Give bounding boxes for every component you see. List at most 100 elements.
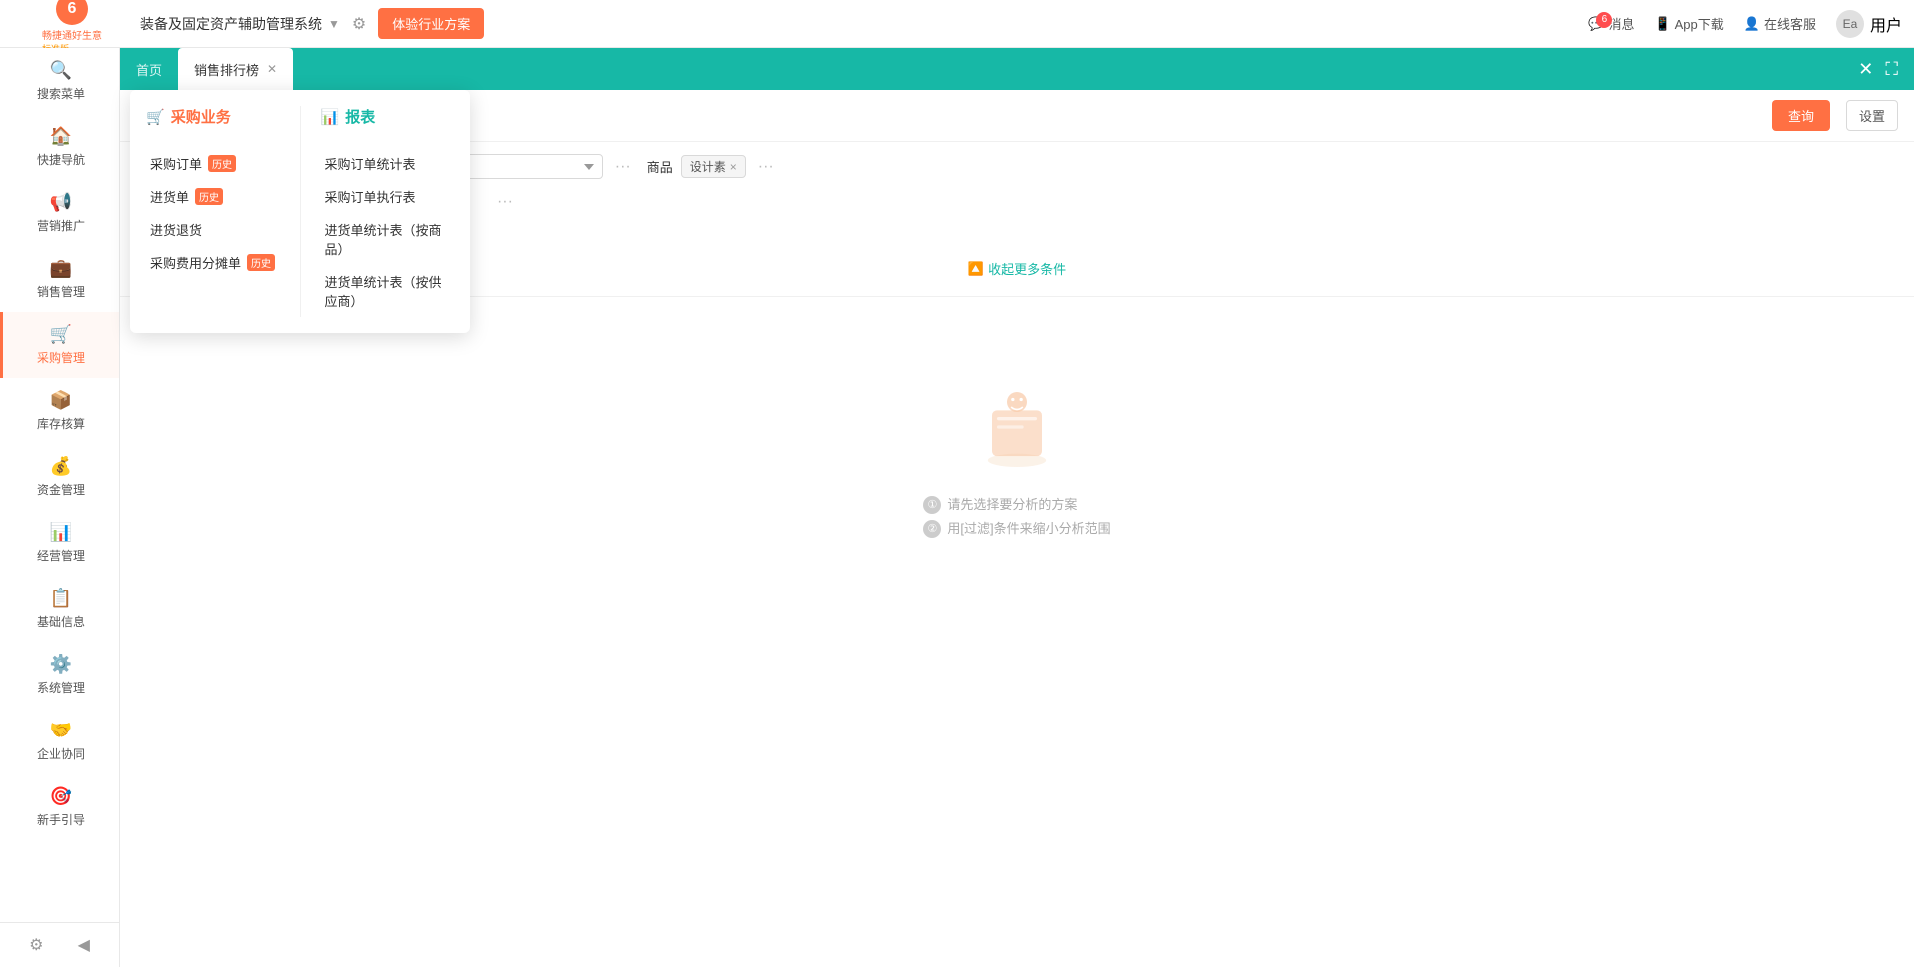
sidebar-item-basic[interactable]: 📋 基础信息 <box>0 576 119 642</box>
salesperson-dots[interactable]: ··· <box>497 193 513 211</box>
report-title-text: 报表 <box>345 106 375 127</box>
search-icon: 🔍 <box>50 60 72 81</box>
sidebar-item-purchase[interactable]: 🛒 采购管理 <box>0 312 119 378</box>
menu-item-order-execute[interactable]: 采购订单执行表 <box>321 180 455 213</box>
sidebar-item-system[interactable]: ⚙️ 系统管理 <box>0 642 119 708</box>
order-execute-label: 采购订单执行表 <box>325 187 416 206</box>
tab-sales-rank-label: 销售排行榜 <box>194 60 259 79</box>
purchase-title-text: 采购业务 <box>171 106 231 127</box>
app-download-label: App下载 <box>1675 14 1724 33</box>
settings-icon[interactable]: ⚙ <box>29 935 43 955</box>
marketing-icon: 📢 <box>50 192 72 213</box>
purchase-menu-column: 🛒 采购业务 采购订单 历史 进货单 历史 进货退货 采购费用分摊单 历史 <box>146 106 280 317</box>
home-icon: 🏠 <box>50 126 72 147</box>
tab-close-icon[interactable]: ✕ <box>267 62 277 76</box>
cooperation-icon: 🤝 <box>50 720 72 741</box>
phone-icon: 📱 <box>1654 16 1670 32</box>
tab-home[interactable]: 首页 <box>120 48 178 90</box>
hint-text-2: 用[过滤]条件来缩小分析范围 <box>947 517 1110 541</box>
status-dots[interactable]: ··· <box>615 158 631 176</box>
sidebar-label-marketing: 营销推广 <box>37 217 85 234</box>
collapse-icon[interactable]: ◀ <box>78 935 90 955</box>
operation-icon: 📊 <box>50 522 72 543</box>
sidebar-label-purchase: 采购管理 <box>37 349 85 366</box>
sidebar-item-search[interactable]: 🔍 搜索菜单 <box>0 48 119 114</box>
sidebar-item-marketing[interactable]: 📢 营销推广 <box>0 180 119 246</box>
report-column-title: 📊 报表 <box>321 106 455 135</box>
title-dropdown-icon[interactable]: ▼ <box>328 17 340 31</box>
empty-hints: ① 请先选择要分析的方案 ② 用[过滤]条件来缩小分析范围 <box>923 493 1110 541</box>
online-service-action[interactable]: 👤 在线客服 <box>1744 14 1816 33</box>
menu-item-stock-by-goods[interactable]: 进货单统计表（按商品） <box>321 213 455 265</box>
app-download-action[interactable]: 📱 App下载 <box>1654 14 1723 33</box>
sidebar-bottom: ⚙ ◀ <box>0 922 119 967</box>
purchase-icon: 🛒 <box>50 324 72 345</box>
report-menu-column: 📊 报表 采购订单统计表 采购订单执行表 进货单统计表（按商品） 进货单统计表（… <box>321 106 455 317</box>
menu-item-expense[interactable]: 采购费用分摊单 历史 <box>146 246 280 279</box>
basic-icon: 📋 <box>50 588 72 609</box>
goods-label: 商品 <box>647 157 673 176</box>
menu-item-return-goods[interactable]: 进货退货 <box>146 213 280 246</box>
message-badge: 6 <box>1596 12 1612 28</box>
purchase-title-icon: 🛒 <box>146 108 165 126</box>
menu-item-order-stat[interactable]: 采购订单统计表 <box>321 147 455 180</box>
gear-icon[interactable]: ⚙ <box>352 14 366 34</box>
tab-home-label: 首页 <box>136 60 162 79</box>
sidebar-label-basic: 基础信息 <box>37 613 85 630</box>
hint-num-1: ① <box>923 496 941 514</box>
avatar: Ea <box>1836 10 1864 38</box>
user-area[interactable]: Ea 用户 <box>1836 10 1902 38</box>
guide-icon: 🎯 <box>50 786 72 807</box>
purchase-order-label: 采购订单 <box>150 154 202 173</box>
sidebar-label-guide: 新手引导 <box>37 811 85 828</box>
sales-icon: 💼 <box>50 258 72 279</box>
message-action[interactable]: 💬 6 消息 <box>1588 14 1634 33</box>
query-button[interactable]: 查询 <box>1772 100 1830 131</box>
inventory-icon: 📦 <box>50 390 72 411</box>
tab-expand-action[interactable]: ⛶ <box>1885 59 1898 80</box>
goods-filter: 商品 设计素 × ··· <box>647 155 774 178</box>
goods-chip: 设计素 × <box>681 155 746 178</box>
settings-button[interactable]: 设置 <box>1846 100 1898 131</box>
sidebar-label-search: 搜索菜单 <box>37 85 85 102</box>
header-right: 💬 6 消息 📱 App下载 👤 在线客服 Ea 用户 <box>1588 10 1902 38</box>
sidebar-label-sales: 销售管理 <box>37 283 85 300</box>
status-select[interactable] <box>463 154 603 179</box>
sidebar-item-finance[interactable]: 💰 资金管理 <box>0 444 119 510</box>
collapse-up-icon: 🔼 <box>968 261 984 277</box>
sidebar-label-inventory: 库存核算 <box>37 415 85 432</box>
report-title-icon: 📊 <box>321 108 340 126</box>
goods-dots[interactable]: ··· <box>758 158 774 176</box>
menu-item-stock-by-supplier[interactable]: 进货单统计表（按供应商） <box>321 265 455 317</box>
system-title-area: 装备及固定资产辅助管理系统 ▼ ⚙ 体验行业方案 <box>132 8 484 39</box>
history-badge-3: 历史 <box>247 254 275 271</box>
sidebar-item-sales[interactable]: 💼 销售管理 <box>0 246 119 312</box>
sidebar-item-cooperation[interactable]: 🤝 企业协同 <box>0 708 119 774</box>
history-badge-0: 历史 <box>208 155 236 172</box>
service-icon: 👤 <box>1744 16 1760 32</box>
tab-sales-rank[interactable]: 销售排行榜 ✕ <box>178 48 293 90</box>
hint-text-1: 请先选择要分析的方案 <box>947 493 1077 517</box>
logo-area: 6 畅捷通好生意 标准版 <box>12 0 132 55</box>
empty-state: ① 请先选择要分析的方案 ② 用[过滤]条件来缩小分析范围 <box>120 297 1914 621</box>
sidebar-item-quick[interactable]: 🏠 快捷导航 <box>0 114 119 180</box>
sidebar-label-operation: 经营管理 <box>37 547 85 564</box>
sidebar-label-cooperation: 企业协同 <box>37 745 85 762</box>
message-label: 消息 <box>1608 14 1634 33</box>
industry-button[interactable]: 体验行业方案 <box>378 8 484 39</box>
return-goods-label: 进货退货 <box>150 220 202 239</box>
stock-by-supplier-label: 进货单统计表（按供应商） <box>325 272 451 310</box>
sidebar-label-system: 系统管理 <box>37 679 85 696</box>
expense-label: 采购费用分摊单 <box>150 253 241 272</box>
sidebar-item-inventory[interactable]: 📦 库存核算 <box>0 378 119 444</box>
tab-bar: 首页 销售排行榜 ✕ ✕ ⛶ <box>120 48 1914 90</box>
tab-close-action[interactable]: ✕ <box>1858 59 1873 80</box>
goods-chip-close[interactable]: × <box>730 160 737 174</box>
menu-item-stock-in[interactable]: 进货单 历史 <box>146 180 280 213</box>
menu-item-purchase-order[interactable]: 采购订单 历史 <box>146 147 280 180</box>
order-stat-label: 采购订单统计表 <box>325 154 416 173</box>
sidebar-item-operation[interactable]: 📊 经营管理 <box>0 510 119 576</box>
history-badge-1: 历史 <box>195 188 223 205</box>
sidebar-item-guide[interactable]: 🎯 新手引导 <box>0 774 119 840</box>
hint-num-2: ② <box>923 520 941 538</box>
